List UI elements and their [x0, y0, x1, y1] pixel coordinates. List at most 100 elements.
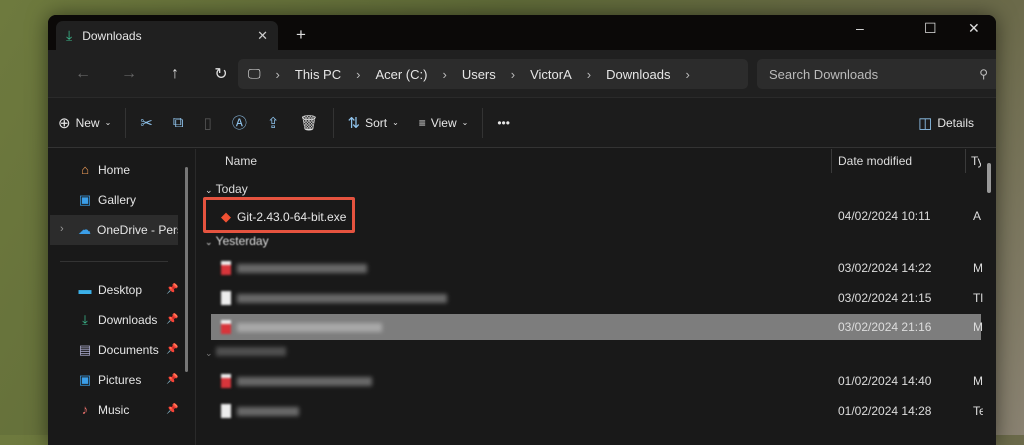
- divider: [482, 107, 484, 138]
- new-button[interactable]: ⊕ New ⌄: [48, 114, 121, 132]
- file-row[interactable]: 03/02/2024 21:15 Tl: [211, 285, 983, 311]
- file-type: Tl: [973, 291, 983, 305]
- download-icon: ⤓: [82, 312, 88, 327]
- sidebar-item-desktop[interactable]: ▬ Desktop: [78, 282, 178, 297]
- close-tab-button[interactable]: ✕: [257, 28, 268, 44]
- rename-button[interactable]: Ⓐ: [222, 112, 257, 133]
- column-type[interactable]: Ty: [971, 154, 981, 168]
- file-explorer-window: ⤓ Downloads ✕ + – ☐ ✕ ← → ↑ ↻ 🖵 › This PC…: [48, 15, 996, 445]
- breadcrumb-item[interactable]: Users: [462, 67, 496, 82]
- column-headers: Name Date modified Ty: [197, 149, 996, 173]
- pdf-file-icon: [221, 374, 231, 388]
- paste-button[interactable]: ▯: [194, 114, 222, 132]
- group-header-earlier[interactable]: ⌄: [205, 345, 286, 359]
- file-row[interactable]: 01/02/2024 14:40 M: [211, 368, 983, 394]
- sidebar-label: Desktop: [98, 282, 143, 297]
- blurred-group-label: [215, 347, 286, 356]
- file-list: Name Date modified Ty ⌄ Today ◆ Git-2.43.…: [197, 149, 996, 445]
- close-window-button[interactable]: ✕: [968, 20, 980, 37]
- search-icon: ⚲: [979, 67, 988, 81]
- more-options-button[interactable]: •••: [487, 116, 520, 130]
- pin-icon: 📌: [166, 314, 179, 325]
- blurred-file-name: [237, 406, 299, 416]
- column-divider[interactable]: [831, 149, 832, 173]
- breadcrumb-item[interactable]: This PC: [295, 67, 341, 82]
- details-button[interactable]: ◫ Details: [908, 114, 984, 132]
- divider: [125, 107, 127, 138]
- file-date: 03/02/2024 14:22: [838, 261, 932, 275]
- file-date: 03/02/2024 21:16: [838, 320, 932, 334]
- sidebar-label: OneDrive - Perso: [97, 223, 178, 237]
- sidebar-label: Pictures: [98, 373, 142, 387]
- download-icon: ⤓: [66, 27, 73, 43]
- group-label: Yesterday: [215, 234, 269, 248]
- tab-downloads[interactable]: ⤓ Downloads ✕: [56, 21, 278, 50]
- share-button[interactable]: ⇪: [257, 114, 290, 132]
- breadcrumb-item[interactable]: Downloads: [606, 67, 670, 82]
- pictures-icon: ▣: [78, 372, 92, 387]
- sort-button[interactable]: ⇅ Sort ⌄: [338, 114, 409, 132]
- column-divider[interactable]: [965, 149, 966, 173]
- sidebar-label: Gallery: [98, 193, 137, 207]
- group-header-today[interactable]: ⌄ Today: [205, 182, 248, 196]
- file-icon: [221, 404, 231, 418]
- sidebar-item-music[interactable]: ♪ Music: [78, 402, 178, 417]
- sidebar-item-documents[interactable]: ▤ Documents: [78, 342, 178, 358]
- sidebar-label: Home: [98, 162, 131, 177]
- computer-icon: 🖵: [248, 66, 261, 81]
- sidebar-item-pictures[interactable]: ▣ Pictures: [78, 372, 178, 388]
- gallery-icon: ▣: [78, 192, 92, 207]
- sidebar-label: Music: [98, 402, 130, 417]
- address-bar[interactable]: 🖵 › This PC › Acer (C:) › Users › VictorA › D…: [238, 59, 748, 89]
- file-row-selected[interactable]: 03/02/2024 21:16 M: [211, 314, 983, 340]
- column-date-modified[interactable]: Date modified: [838, 154, 912, 168]
- breadcrumb-item[interactable]: Acer (C:): [375, 67, 427, 82]
- file-type: M: [973, 261, 983, 275]
- copy-button[interactable]: ⧉: [163, 114, 194, 131]
- blurred-file-name: [237, 322, 382, 332]
- breadcrumb-item[interactable]: VictorA: [530, 67, 572, 82]
- file-type: M: [973, 320, 983, 334]
- maximize-button[interactable]: ☐: [924, 20, 937, 37]
- sidebar-label: Downloads: [98, 313, 158, 327]
- view-label: View: [430, 115, 457, 130]
- file-date: 04/02/2024 10:11: [838, 209, 931, 223]
- home-icon: ⌂: [81, 162, 89, 177]
- sidebar-item-onedrive[interactable]: ☁ OneDrive - Perso: [78, 222, 178, 238]
- sidebar-item-gallery[interactable]: ▣ Gallery: [78, 192, 178, 208]
- search-input[interactable]: Search Downloads ⚲: [757, 59, 996, 89]
- pin-icon: 📌: [166, 374, 179, 385]
- group-header-yesterday[interactable]: ⌄ Yesterday: [205, 234, 269, 248]
- delete-button[interactable]: 🗑: [289, 114, 328, 132]
- file-list-scrollbar[interactable]: [987, 163, 991, 193]
- minimize-button[interactable]: –: [856, 20, 864, 36]
- file-row[interactable]: 01/02/2024 14:28 Te: [211, 398, 983, 424]
- pdf-file-icon: [221, 320, 231, 334]
- up-button[interactable]: ↑: [152, 65, 198, 83]
- plus-circle-icon: ⊕: [58, 114, 71, 132]
- sidebar-item-downloads[interactable]: ⤓ Downloads: [78, 312, 178, 328]
- file-row[interactable]: 03/02/2024 14:22 M: [211, 255, 983, 281]
- trash-icon: 🗑: [299, 114, 319, 132]
- pin-icon: 📌: [166, 404, 179, 415]
- sidebar-scrollbar[interactable]: [185, 167, 188, 372]
- cut-button[interactable]: ✂: [130, 114, 163, 132]
- copy-icon: ⧉: [172, 114, 184, 131]
- tab-title: Downloads: [82, 28, 142, 43]
- divider: [60, 261, 168, 262]
- column-name[interactable]: Name: [225, 154, 257, 168]
- new-label: New: [75, 115, 100, 130]
- share-icon: ⇪: [266, 114, 280, 132]
- new-tab-button[interactable]: +: [296, 25, 306, 45]
- view-button[interactable]: ≡ View ⌄: [409, 116, 479, 130]
- back-button[interactable]: ←: [60, 65, 106, 83]
- forward-button[interactable]: →: [106, 65, 152, 83]
- sidebar-item-home[interactable]: ⌂ Home: [78, 162, 178, 177]
- scissors-icon: ✂: [140, 114, 153, 132]
- expand-chevron-icon[interactable]: ›: [60, 223, 64, 235]
- rename-icon: Ⓐ: [231, 115, 247, 132]
- sort-label: Sort: [365, 115, 388, 130]
- tab-bar: ⤓ Downloads ✕ + – ☐ ✕: [48, 15, 996, 50]
- group-label: Today: [215, 182, 248, 196]
- cloud-icon: ☁: [78, 222, 91, 237]
